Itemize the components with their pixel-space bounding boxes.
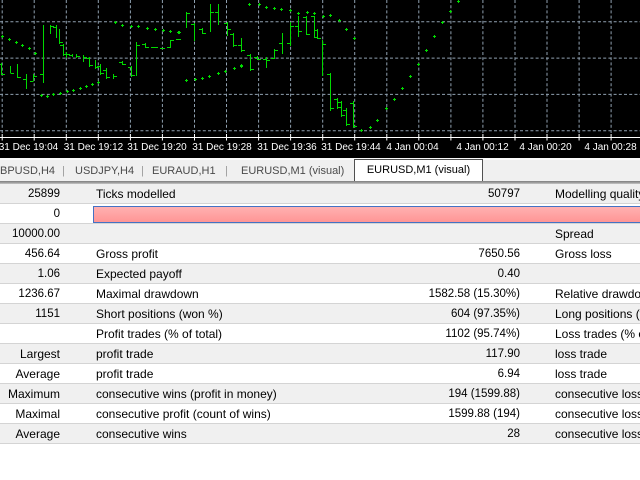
svg-text:31 Dec 19:12: 31 Dec 19:12 [64, 142, 124, 153]
svg-text:4 Jan 00:20: 4 Jan 00:20 [519, 142, 572, 153]
svg-text:4 Jan 00:12: 4 Jan 00:12 [456, 142, 509, 153]
svg-text:31 Dec 19:04: 31 Dec 19:04 [0, 142, 59, 153]
svg-text:4 Jan 00:04: 4 Jan 00:04 [386, 142, 439, 153]
svg-text:4 Jan 00:28: 4 Jan 00:28 [584, 142, 637, 153]
svg-text:31 Dec 19:44: 31 Dec 19:44 [321, 142, 381, 153]
svg-text:31 Dec 19:20: 31 Dec 19:20 [127, 142, 187, 153]
svg-text:31 Dec 19:36: 31 Dec 19:36 [257, 142, 317, 153]
svg-text:31 Dec 19:28: 31 Dec 19:28 [192, 142, 252, 153]
